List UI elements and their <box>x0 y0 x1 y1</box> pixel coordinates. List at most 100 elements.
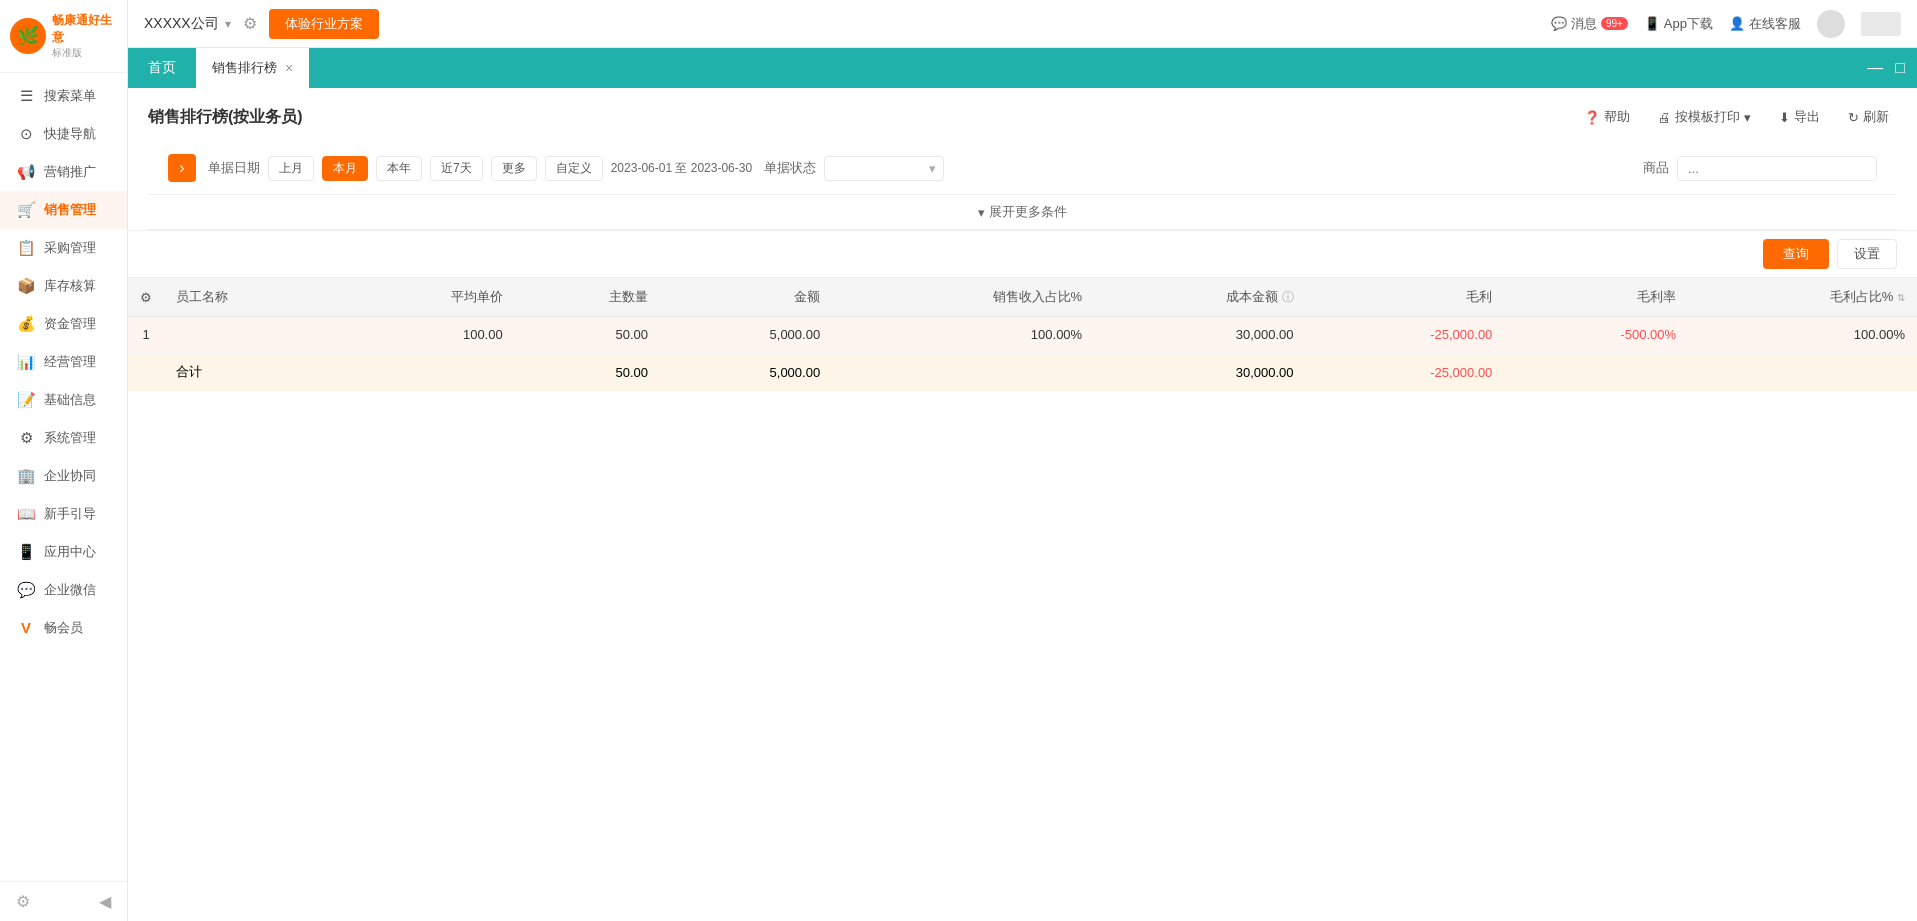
tab-minimize-icon[interactable]: — <box>1867 59 1883 77</box>
sidebar-item-wechat[interactable]: 💬 企业微信 <box>0 571 127 609</box>
app-download-label: App下载 <box>1664 15 1713 33</box>
print-icon: 🖨 <box>1658 110 1671 125</box>
user-avatar[interactable] <box>1817 10 1845 38</box>
tab-close-icon[interactable]: × <box>285 60 293 76</box>
expand-btn[interactable]: ▾ 展开更多条件 <box>978 203 1067 221</box>
filter-year-btn[interactable]: 本年 <box>376 156 422 181</box>
print-label: 按模板打印 <box>1675 108 1740 126</box>
expand-icon: ▾ <box>978 205 985 220</box>
sidebar-item-label: 应用中心 <box>44 543 96 561</box>
app-download-icon: 📱 <box>1644 16 1660 31</box>
export-icon: ⬇ <box>1779 110 1790 125</box>
tab-maximize-icon[interactable]: □ <box>1895 59 1905 77</box>
footer-sales-pct <box>832 353 1094 392</box>
sidebar-item-basics[interactable]: 📝 基础信息 <box>0 381 127 419</box>
sidebar-item-sales[interactable]: 🛒 销售管理 <box>0 191 127 229</box>
tab-home-label: 首页 <box>148 59 176 77</box>
message-button[interactable]: 💬 消息 99+ <box>1551 15 1628 33</box>
logo-area: 🌿 畅康通好生意 标准版 <box>0 0 127 73</box>
filter-toggle-button[interactable]: › <box>168 154 196 182</box>
sales-icon: 🛒 <box>16 201 36 219</box>
sidebar-item-purchase[interactable]: 📋 采购管理 <box>0 229 127 267</box>
query-button[interactable]: 查询 <box>1763 239 1829 269</box>
sidebar-item-app-center[interactable]: 📱 应用中心 <box>0 533 127 571</box>
online-service-button[interactable]: 👤 在线客服 <box>1729 15 1801 33</box>
filter-date-item: 单据日期 上月 本月 本年 近7天 更多 自定义 2023-06-01 至 20… <box>208 156 752 181</box>
filter-goods-label: 商品 <box>1643 159 1669 177</box>
sidebar-item-finance[interactable]: 💰 资金管理 <box>0 305 127 343</box>
page-header-top: 销售排行榜(按业务员) ❓ 帮助 🖨 按模板打印 ▾ ⬇ 导出 <box>148 104 1897 130</box>
cell-name <box>164 317 339 353</box>
topbar-gear-button[interactable]: ⚙ <box>243 14 257 33</box>
sidebar-item-system[interactable]: ⚙ 系统管理 <box>0 419 127 457</box>
search-menu-icon: ☰ <box>16 87 36 105</box>
page-content: 销售排行榜(按业务员) ❓ 帮助 🖨 按模板打印 ▾ ⬇ 导出 <box>128 88 1917 921</box>
help-icon: ❓ <box>1584 110 1600 125</box>
table-body: 1 100.00 50.00 5,000.00 100.00% 30,000.0… <box>128 317 1917 353</box>
sidebar-item-beginner[interactable]: 📖 新手引导 <box>0 495 127 533</box>
refresh-button[interactable]: ↻ 刷新 <box>1840 104 1897 130</box>
col-profit-pct: 毛利占比% ⇅ <box>1688 278 1917 317</box>
filter-more-btn[interactable]: 更多 <box>491 156 537 181</box>
sidebar-item-operation[interactable]: 📊 经营管理 <box>0 343 127 381</box>
expand-label: 展开更多条件 <box>989 203 1067 221</box>
export-button[interactable]: ⬇ 导出 <box>1771 104 1828 130</box>
filter-curr-month-btn[interactable]: 本月 <box>322 156 368 181</box>
col-settings[interactable]: ⚙ <box>128 278 164 317</box>
version-label: 标准版 <box>52 46 117 60</box>
sidebar-item-label: 企业协同 <box>44 467 96 485</box>
cost-amount-info-icon[interactable]: ⓘ <box>1282 290 1294 304</box>
refresh-label: 刷新 <box>1863 108 1889 126</box>
company-name: XXXXX公司 <box>144 15 219 33</box>
cell-sales-pct: 100.00% <box>832 317 1094 353</box>
filter-7days-btn[interactable]: 近7天 <box>430 156 483 181</box>
app-download-button[interactable]: 📱 App下载 <box>1644 15 1713 33</box>
sales-ranking-table: ⚙ 员工名称 平均单价 主数量 金额 销售收入占比% 成本金额 ⓘ 毛利 毛利率… <box>128 278 1917 391</box>
filter-goods-item: 商品 <box>1643 156 1877 181</box>
sidebar-item-marketing[interactable]: 📢 营销推广 <box>0 153 127 191</box>
message-badge: 99+ <box>1601 17 1628 30</box>
cell-profit-rate: -500.00% <box>1504 317 1688 353</box>
sidebar-item-quick-nav[interactable]: ⊙ 快捷导航 <box>0 115 127 153</box>
company-selector[interactable]: XXXXX公司 ▾ <box>144 15 231 33</box>
sidebar-settings-icon[interactable]: ⚙ <box>16 892 30 911</box>
footer-main-qty: 50.00 <box>515 353 660 392</box>
purchase-icon: 📋 <box>16 239 36 257</box>
action-bar: 查询 设置 <box>128 231 1917 278</box>
footer-profit-rate <box>1504 353 1688 392</box>
table-container: ⚙ 员工名称 平均单价 主数量 金额 销售收入占比% 成本金额 ⓘ 毛利 毛利率… <box>128 278 1917 921</box>
filter-status-wrapper <box>824 156 944 181</box>
print-button[interactable]: 🖨 按模板打印 ▾ <box>1650 104 1759 130</box>
sidebar-item-enterprise-coop[interactable]: 🏢 企业协同 <box>0 457 127 495</box>
online-service-icon: 👤 <box>1729 16 1745 31</box>
system-icon: ⚙ <box>16 429 36 447</box>
sidebar-item-inventory[interactable]: 📦 库存核算 <box>0 267 127 305</box>
setting-button[interactable]: 设置 <box>1837 239 1897 269</box>
filter-goods-input[interactable] <box>1688 161 1866 176</box>
trial-button[interactable]: 体验行业方案 <box>269 9 379 39</box>
col-profit: 毛利 <box>1306 278 1505 317</box>
col-main-qty: 主数量 <box>515 278 660 317</box>
filter-status-select[interactable] <box>824 156 944 181</box>
help-button[interactable]: ❓ 帮助 <box>1576 104 1638 130</box>
company-dropdown-arrow: ▾ <box>225 17 231 31</box>
filter-custom-btn[interactable]: 自定义 <box>545 156 603 181</box>
sidebar-item-member[interactable]: V 畅会员 <box>0 609 127 647</box>
wechat-icon: 💬 <box>16 581 36 599</box>
sidebar-collapse-icon[interactable]: ◀ <box>99 892 111 911</box>
expand-more-bar: ▾ 展开更多条件 <box>148 195 1897 230</box>
table-row: 1 100.00 50.00 5,000.00 100.00% 30,000.0… <box>128 317 1917 353</box>
footer-cost-amount: 30,000.00 <box>1094 353 1305 392</box>
tab-sales-ranking[interactable]: 销售排行榜 × <box>196 48 309 88</box>
profit-pct-sort-icon[interactable]: ⇅ <box>1897 292 1905 303</box>
sidebar-item-label: 搜索菜单 <box>44 87 96 105</box>
tab-home[interactable]: 首页 <box>128 48 196 88</box>
sidebar-item-search[interactable]: ☰ 搜索菜单 <box>0 77 127 115</box>
cell-cost-amount: 30,000.00 <box>1094 317 1305 353</box>
filter-prev-month-btn[interactable]: 上月 <box>268 156 314 181</box>
col-amount: 金额 <box>660 278 832 317</box>
sidebar-item-label: 经营管理 <box>44 353 96 371</box>
footer-avg-price <box>339 353 514 392</box>
col-avg-price: 平均单价 <box>339 278 514 317</box>
sidebar-item-label: 新手引导 <box>44 505 96 523</box>
